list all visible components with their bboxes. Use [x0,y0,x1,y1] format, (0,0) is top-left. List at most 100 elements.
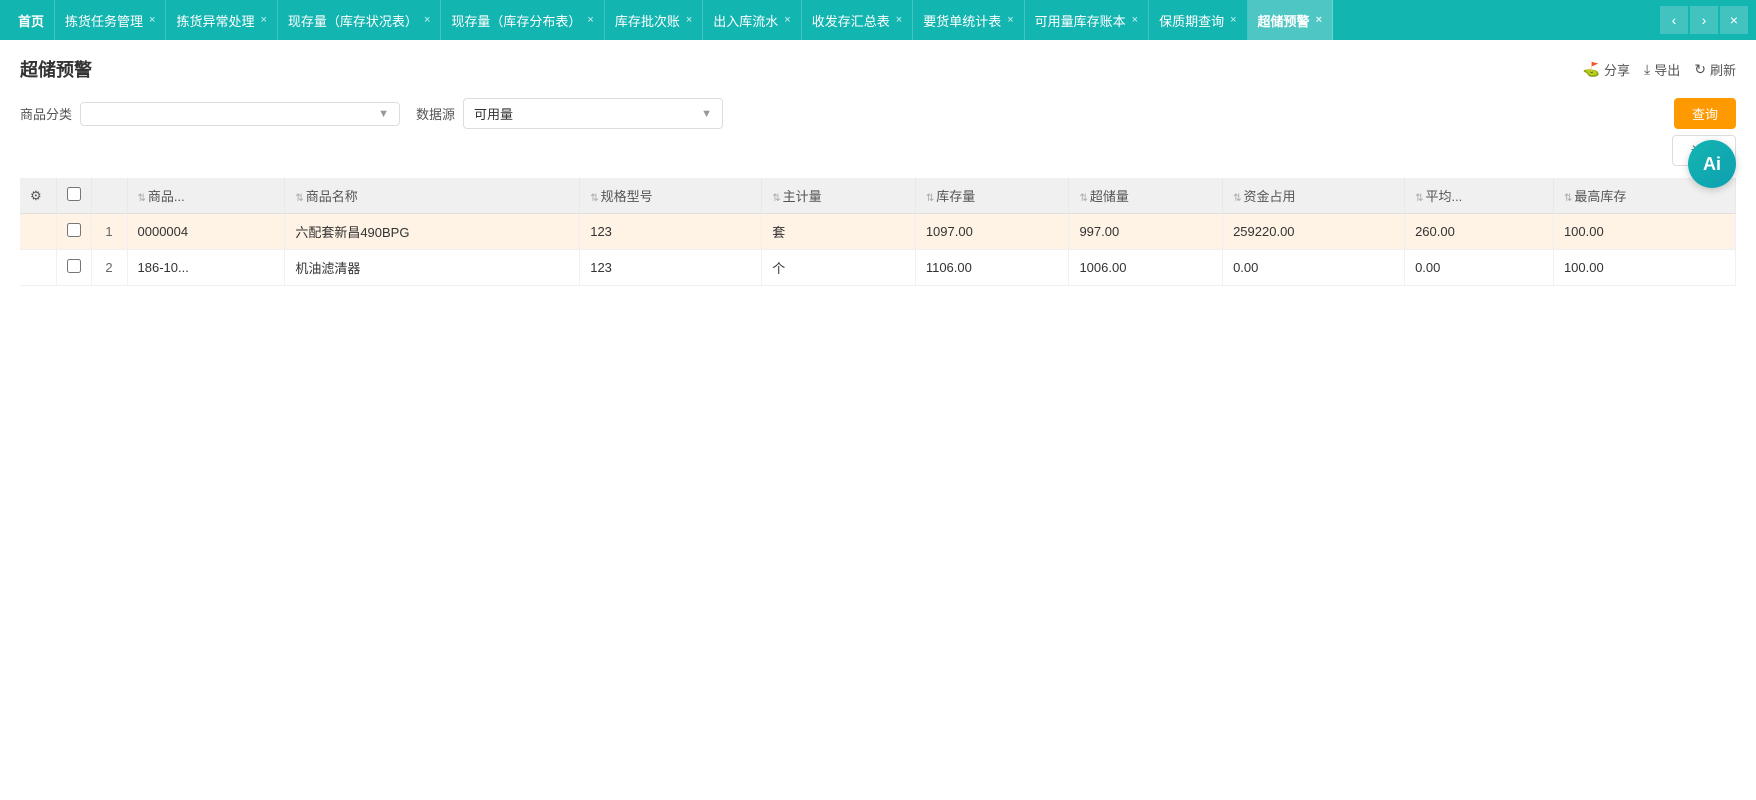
col-spec[interactable]: ⇅规格型号 [580,178,762,214]
close-tab-abnormal-icon[interactable]: × [260,14,266,26]
nav-arrows: ‹ › × [1658,6,1748,34]
col-product-code-label: 商品... [148,189,185,204]
row-maxstock-1: 100.00 [1553,250,1735,286]
query-button[interactable]: 查询 [1674,98,1736,129]
col-capital-label: 资金占用 [1243,189,1295,204]
close-tab-available-account-icon[interactable]: × [1132,14,1138,26]
close-tab-inventory-status-icon[interactable]: × [424,14,430,26]
nav-tab-order-stats[interactable]: 要货单统计表× [913,0,1024,40]
row-seq-0: 1 [91,214,127,250]
close-tab-order-stats-icon[interactable]: × [1007,14,1013,26]
row-overstock-1: 1006.00 [1069,250,1223,286]
export-button[interactable]: ⤓ 导出 [1644,60,1680,79]
filter-area: 商品分类 ▼ 数据源 可用量 ▼ [20,98,1652,129]
ai-badge[interactable]: Ai [1688,140,1736,188]
row-avg-1: 0.00 [1405,250,1554,286]
col-overstock[interactable]: ⇅超储量 [1069,178,1223,214]
row-checkbox-1[interactable] [67,259,81,273]
row-spec-0: 123 [580,214,762,250]
col-unit[interactable]: ⇅主计量 [762,178,916,214]
table-row: 1 0000004 六配套新昌490BPG 123 套 1097.00 997.… [20,214,1736,250]
nav-tab-quality-check[interactable]: 保质期查询× [1149,0,1247,40]
nav-close-button[interactable]: × [1720,6,1748,34]
select-all-checkbox[interactable] [67,187,81,201]
close-tab-task-mgmt-icon[interactable]: × [149,14,155,26]
col-capital[interactable]: ⇅资金占用 [1223,178,1405,214]
datasource-select[interactable]: 可用量 ▼ [463,98,723,129]
datasource-chevron-icon: ▼ [701,108,712,120]
datasource-label: 数据源 [416,104,455,123]
close-tab-batch-account-icon[interactable]: × [686,14,692,26]
row-capital-1: 0.00 [1223,250,1405,286]
row-product-code-1: 186-10... [127,250,285,286]
refresh-label: 刷新 [1710,60,1736,79]
col-seq [91,178,127,214]
col-product-name-label: 商品名称 [306,189,358,204]
table-header-row: ⚙ ⇅商品... ⇅商品名称 ⇅规格型号 ⇅主计量 ⇅库存量 ⇅超储量 ⇅资金占… [20,178,1736,214]
header-actions: ⛳ 分享 ⤓ 导出 ↻ 刷新 [1583,60,1736,79]
nav-next-button[interactable]: › [1690,6,1718,34]
nav-tab-available-account[interactable]: 可用量库存账本× [1025,0,1149,40]
category-chevron-icon: ▼ [378,108,389,120]
row-seq-1: 2 [91,250,127,286]
row-gear-1[interactable] [20,250,56,286]
col-checkbox[interactable] [56,178,91,214]
page-title: 超储预警 [20,56,92,82]
row-product-name-1: 机油滤清器 [285,250,580,286]
table-row: 2 186-10... 机油滤清器 123 个 1106.00 1006.00 … [20,250,1736,286]
row-checkbox-0[interactable] [67,223,81,237]
refresh-icon: ↻ [1694,61,1706,78]
nav-tab-abnormal[interactable]: 拣货异常处理× [166,0,277,40]
close-tab-overstock-alert-icon[interactable]: × [1316,14,1322,26]
nav-tab-home[interactable]: 首页 [8,0,55,40]
col-stock-label: 库存量 [936,189,975,204]
nav-tab-inventory-status[interactable]: 现存量（库存状况表）× [278,0,441,40]
page-header: 超储预警 ⛳ 分享 ⤓ 导出 ↻ 刷新 [20,56,1736,82]
col-product-code[interactable]: ⇅商品... [127,178,285,214]
datasource-filter: 数据源 可用量 ▼ [416,98,723,129]
filter-and-buttons: 商品分类 ▼ 数据源 可用量 ▼ 查询 设置 [20,98,1736,166]
category-filter: 商品分类 ▼ [20,102,400,126]
nav-tab-task-mgmt[interactable]: 拣货任务管理× [55,0,166,40]
export-label: 导出 [1654,60,1680,79]
col-maxstock-label: 最高库存 [1574,189,1626,204]
row-avg-0: 260.00 [1405,214,1554,250]
category-label: 商品分类 [20,104,72,123]
col-avg-label: 平均... [1425,189,1462,204]
top-nav: 首页拣货任务管理×拣货异常处理×现存量（库存状况表）×现存量（库存分布表）×库存… [0,0,1756,40]
col-overstock-label: 超储量 [1090,189,1129,204]
page-content: 超储预警 ⛳ 分享 ⤓ 导出 ↻ 刷新 商品分类 ▼ [0,40,1756,302]
col-stock[interactable]: ⇅库存量 [915,178,1069,214]
row-capital-0: 259220.00 [1223,214,1405,250]
row-unit-1: 个 [762,250,916,286]
close-tab-inventory-dist-icon[interactable]: × [587,14,593,26]
export-icon: ⤓ [1644,61,1650,78]
col-unit-label: 主计量 [783,189,822,204]
col-avg[interactable]: ⇅平均... [1405,178,1554,214]
col-product-name[interactable]: ⇅商品名称 [285,178,580,214]
col-gear[interactable]: ⚙ [20,178,56,214]
nav-tab-inout-flow[interactable]: 出入库流水× [703,0,801,40]
datasource-value: 可用量 [474,104,513,123]
refresh-button[interactable]: ↻ 刷新 [1694,60,1736,79]
close-tab-inout-flow-icon[interactable]: × [784,14,790,26]
nav-prev-button[interactable]: ‹ [1660,6,1688,34]
row-maxstock-0: 100.00 [1553,214,1735,250]
row-unit-0: 套 [762,214,916,250]
nav-tab-inventory-dist[interactable]: 现存量（库存分布表）× [441,0,604,40]
row-gear-0[interactable] [20,214,56,250]
row-stock-0: 1097.00 [915,214,1069,250]
close-tab-collect-summary-icon[interactable]: × [896,14,902,26]
data-table: ⚙ ⇅商品... ⇅商品名称 ⇅规格型号 ⇅主计量 ⇅库存量 ⇅超储量 ⇅资金占… [20,178,1736,286]
nav-tab-overstock-alert[interactable]: 超储预警× [1248,0,1333,40]
share-icon: ⛳ [1583,61,1600,78]
category-select[interactable]: ▼ [80,102,400,126]
share-button[interactable]: ⛳ 分享 [1583,60,1630,79]
row-checkbox-cell-0 [56,214,91,250]
col-spec-label: 规格型号 [601,189,653,204]
nav-tab-collect-summary[interactable]: 收发存汇总表× [802,0,913,40]
row-stock-1: 1106.00 [915,250,1069,286]
close-tab-quality-check-icon[interactable]: × [1230,14,1236,26]
nav-tab-batch-account[interactable]: 库存批次账× [605,0,703,40]
share-label: 分享 [1604,60,1630,79]
